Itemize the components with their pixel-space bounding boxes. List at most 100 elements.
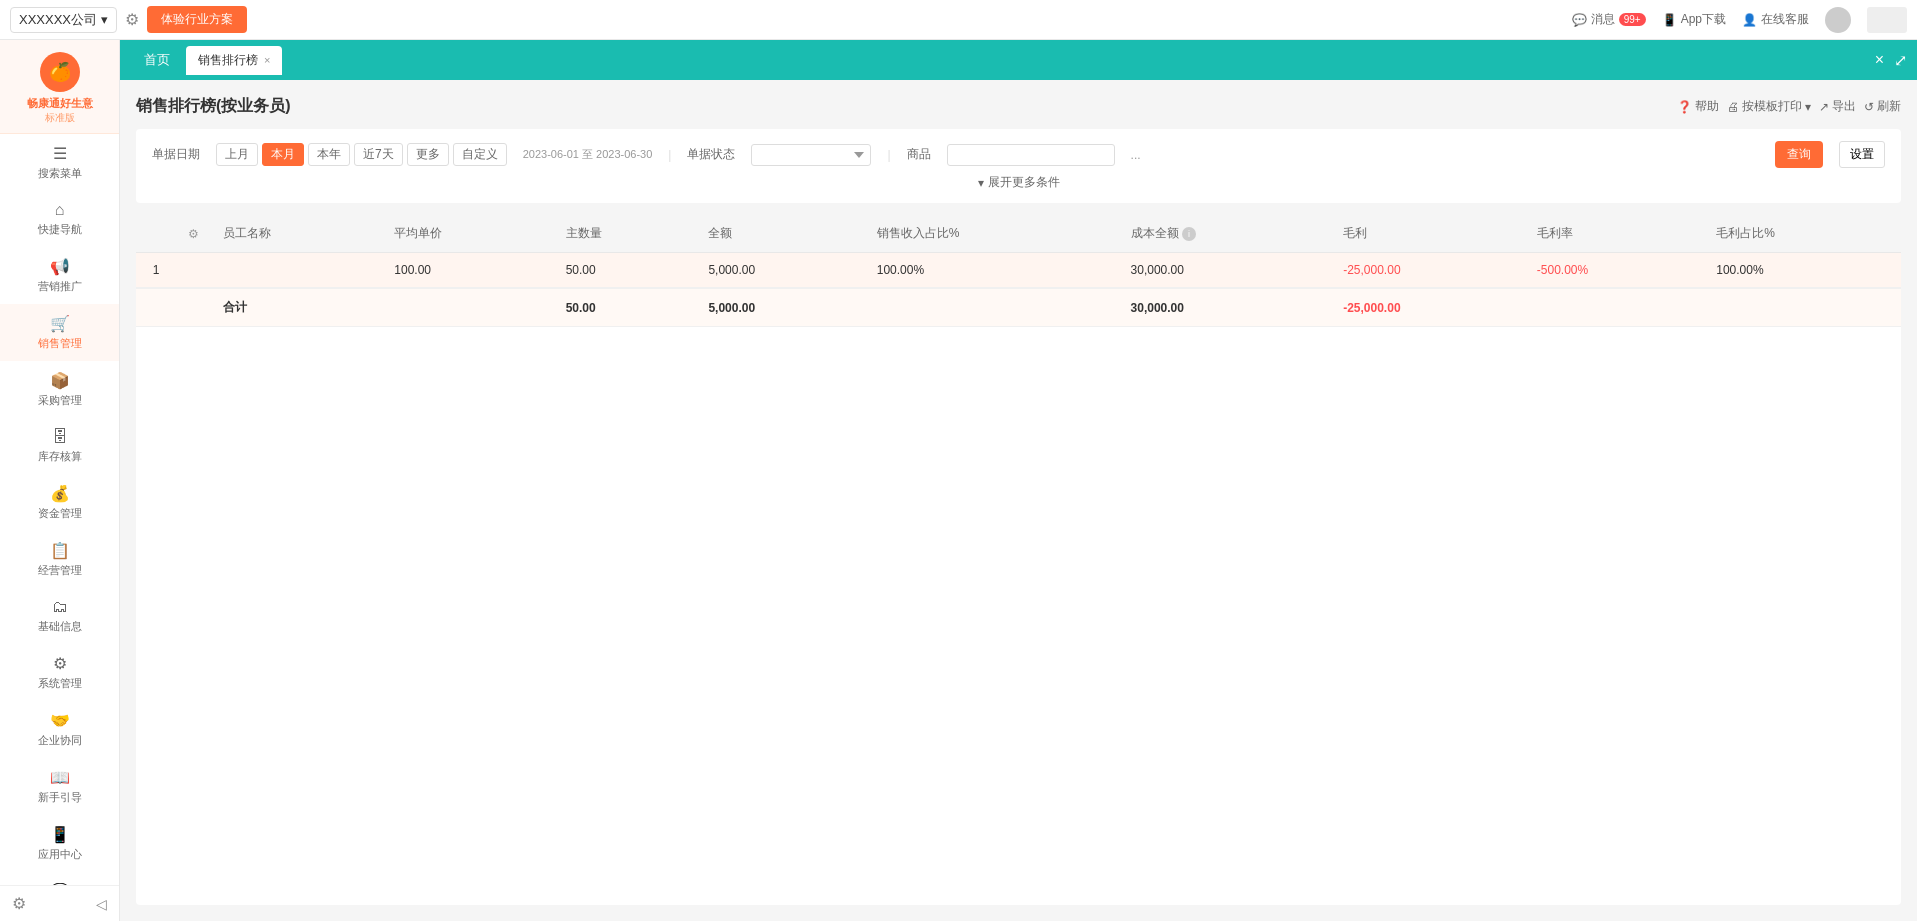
col-rank [136,215,176,253]
page-actions: ❓ 帮助 🖨 按模板打印 ▾ ↗ 导出 ↺ 刷新 [1677,98,1901,115]
col-quantity: 主数量 [554,215,697,253]
footer-label [136,288,211,327]
table-footer: 合计 50.00 5,000.00 30,000.00 -25,000.00 [136,288,1901,327]
help-button[interactable]: ❓ 帮助 [1677,98,1719,115]
footer-quantity: 50.00 [554,288,697,327]
date-buttons: 上月 本月 本年 近7天 更多 自定义 [216,143,507,166]
sidebar-item-13[interactable]: 💬 企业微信 [0,872,119,885]
query-button[interactable]: 查询 [1775,141,1823,168]
last-month-button[interactable]: 上月 [216,143,258,166]
expand-more-button[interactable]: ▾ 展开更多条件 [152,168,1885,191]
sidebar-footer: ⚙ ◁ [0,885,119,921]
sidebar-settings-icon[interactable]: ⚙ [12,894,26,913]
sidebar-icon-1: ⌂ [55,201,65,219]
service-icon: 👤 [1742,13,1757,27]
filter-area: 单据日期 上月 本月 本年 近7天 更多 自定义 2023-06-01 至 20… [136,129,1901,203]
table-body: 1 100.00 50.00 5,000.00 100.00% 30,000.0… [136,253,1901,289]
col-cost: 成本全额 i [1119,215,1332,253]
table-container: ⚙ 员工名称 平均单价 主数量 全额 销售收入占比% 成本全额 i 毛利 毛利率… [136,215,1901,905]
print-button[interactable]: 🖨 按模板打印 ▾ [1727,98,1811,115]
filter-row-1: 单据日期 上月 本月 本年 近7天 更多 自定义 2023-06-01 至 20… [152,141,1885,168]
cell-profit: -25,000.00 [1331,253,1525,289]
sidebar-label-6: 资金管理 [38,506,82,521]
sidebar-icon-7: 📋 [50,541,70,560]
footer-profit-pct [1704,288,1901,327]
sidebar-item-0[interactable]: ☰ 搜索菜单 [0,134,119,191]
sidebar-item-12[interactable]: 📱 应用中心 [0,815,119,872]
sidebar-icon-10: 🤝 [50,711,70,730]
sidebar-label-7: 经营管理 [38,563,82,578]
sidebar-item-7[interactable]: 📋 经营管理 [0,531,119,588]
sidebar-label-8: 基础信息 [38,619,82,634]
goods-more-icon[interactable]: ... [1131,148,1141,162]
trial-button[interactable]: 体验行业方案 [147,6,247,33]
sidebar-nav: ☰ 搜索菜单 ⌂ 快捷导航 📢 营销推广 🛒 销售管理 📦 采购管理 🗄 库存核… [0,134,119,885]
tab-home[interactable]: 首页 [130,45,184,75]
col-avg-price: 平均单价 [382,215,553,253]
sidebar-label-5: 库存核算 [38,449,82,464]
cell-avg-price: 100.00 [382,253,553,289]
sidebar-icon-12: 📱 [50,825,70,844]
print-icon: 🖨 [1727,100,1739,114]
footer-cost: 30,000.00 [1119,288,1332,327]
sidebar-item-10[interactable]: 🤝 企业协同 [0,701,119,758]
date-label: 单据日期 [152,146,200,163]
this-month-button[interactable]: 本月 [262,143,304,166]
sidebar-label-10: 企业协同 [38,733,82,748]
logo-text: 畅康通好生意 [27,96,93,111]
recent7-button[interactable]: 近7天 [354,143,403,166]
settings-button[interactable]: 设置 [1839,141,1885,168]
tab-sales-ranking[interactable]: 销售排行榜 × [186,46,282,75]
sidebar-item-4[interactable]: 📦 采购管理 [0,361,119,418]
sidebar-icon-0: ☰ [53,144,67,163]
sidebar-item-1[interactable]: ⌂ 快捷导航 [0,191,119,247]
tab-close-icon[interactable]: × [264,54,270,66]
sidebar-label-9: 系统管理 [38,676,82,691]
online-service-group[interactable]: 👤 在线客服 [1742,11,1809,28]
footer-total-label: 合计 [211,288,382,327]
export-button[interactable]: ↗ 导出 [1819,98,1856,115]
page-header: 销售排行榜(按业务员) ❓ 帮助 🖨 按模板打印 ▾ ↗ 导出 [136,96,1901,117]
help-icon: ❓ [1677,100,1692,114]
expand-icon: ▾ [978,176,984,190]
sidebar-item-6[interactable]: 💰 资金管理 [0,474,119,531]
sidebar-item-5[interactable]: 🗄 库存核算 [0,418,119,474]
logo-icon: 🍊 [40,52,80,92]
custom-button[interactable]: 自定义 [453,143,507,166]
header-row: ⚙ 员工名称 平均单价 主数量 全额 销售收入占比% 成本全额 i 毛利 毛利率… [136,215,1901,253]
sidebar-item-11[interactable]: 📖 新手引导 [0,758,119,815]
message-group[interactable]: 💬 消息 99+ [1572,11,1646,28]
footer-avg-price [382,288,553,327]
settings-gear-icon[interactable]: ⚙ [125,10,139,29]
more-date-button[interactable]: 更多 [407,143,449,166]
refresh-button[interactable]: ↺ 刷新 [1864,98,1901,115]
goods-input[interactable] [947,144,1115,166]
col-sales-pct: 销售收入占比% [865,215,1119,253]
col-settings[interactable]: ⚙ [176,215,211,253]
filter-divider: | [668,148,671,162]
sidebar-label-2: 营销推广 [38,279,82,294]
main-area: 首页 销售排行榜 × × ⤢ 销售排行榜(按业务员) ❓ 帮助 [120,40,1917,921]
sidebar-item-8[interactable]: 🗂 基础信息 [0,588,119,644]
sidebar-collapse-icon[interactable]: ◁ [96,896,107,912]
app-download-group[interactable]: 📱 App下载 [1662,11,1726,28]
status-select[interactable] [751,144,871,166]
sidebar-icon-6: 💰 [50,484,70,503]
user-name-area[interactable] [1867,7,1907,33]
sidebar-item-2[interactable]: 📢 营销推广 [0,247,119,304]
message-icon: 💬 [1572,13,1587,27]
refresh-icon: ↺ [1864,100,1874,114]
company-selector[interactable]: XXXXXX公司 ▾ [10,7,117,33]
filter-divider-2: | [887,148,890,162]
chevron-down-icon: ▾ [101,12,108,27]
data-table: ⚙ 员工名称 平均单价 主数量 全额 销售收入占比% 成本全额 i 毛利 毛利率… [136,215,1901,327]
sidebar-item-9[interactable]: ⚙ 系统管理 [0,644,119,701]
sidebar-item-3[interactable]: 🛒 销售管理 [0,304,119,361]
footer-sales-pct [865,288,1119,327]
cost-info-icon[interactable]: i [1182,227,1196,241]
window-expand-button[interactable]: ⤢ [1894,51,1907,70]
window-close-button[interactable]: × [1875,51,1884,70]
avatar[interactable] [1825,7,1851,33]
this-year-button[interactable]: 本年 [308,143,350,166]
service-label: 在线客服 [1761,11,1809,28]
